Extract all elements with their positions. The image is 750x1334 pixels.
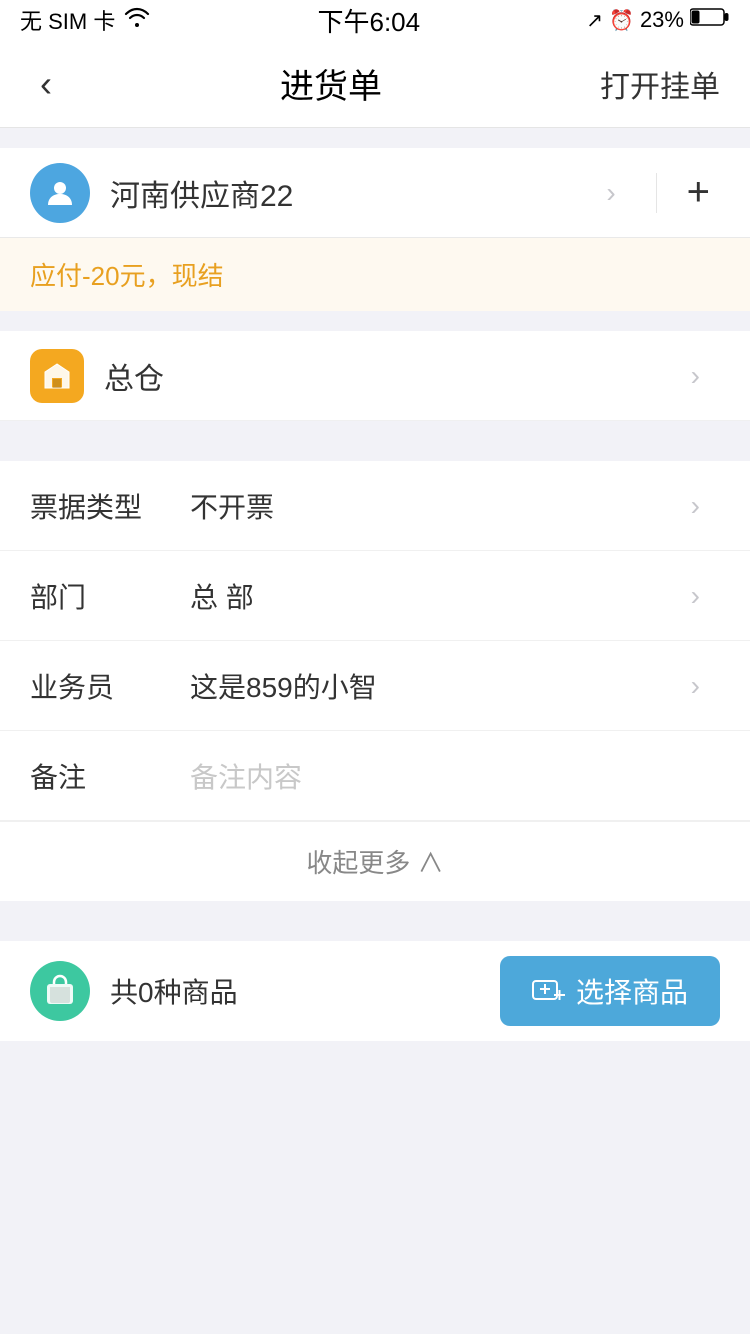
nav-bar: ‹ 进货单 打开挂单 <box>0 40 750 128</box>
product-bag-icon <box>30 961 90 1021</box>
status-time: 下午6:04 <box>318 2 421 39</box>
notice-banner: 应付-20元，现结 <box>0 238 750 311</box>
staff-value: 这是859的小智 <box>190 666 691 706</box>
gap-1 <box>0 128 750 148</box>
gap-2 <box>0 311 750 331</box>
staff-row[interactable]: 业务员 这是859的小智 › <box>0 641 750 731</box>
dept-value: 总 部 <box>190 576 691 616</box>
dept-label: 部门 <box>30 576 150 616</box>
open-pending-button[interactable]: 打开挂单 <box>600 62 720 106</box>
select-product-label: 选择商品 <box>576 971 688 1011</box>
status-bar: 无 SIM 卡 下午6:04 ↗ ⏰ 23% <box>0 0 750 40</box>
form-section: 票据类型 不开票 › 部门 总 部 › 业务员 这是859的小智 › 备注 备注… <box>0 461 750 901</box>
location-icon: ↗ <box>586 8 603 33</box>
product-count: 共0种商品 <box>110 971 500 1011</box>
gap-3 <box>0 421 750 441</box>
supplier-section: 河南供应商22 › + 应付-20元，现结 <box>0 148 750 311</box>
collapse-label: 收起更多 ∧ <box>306 843 443 880</box>
invoice-label: 票据类型 <box>30 486 150 526</box>
alarm-icon: ⏰ <box>609 8 634 33</box>
supplier-name: 河南供应商22 <box>110 171 606 215</box>
remark-label: 备注 <box>30 756 150 796</box>
warehouse-name: 总仓 <box>104 354 691 398</box>
battery-text: 23% <box>640 7 684 33</box>
add-supplier-button[interactable]: + <box>677 165 720 220</box>
warehouse-icon <box>30 349 84 403</box>
warehouse-row[interactable]: 总仓 › <box>0 331 750 421</box>
select-product-button[interactable]: 选择商品 <box>500 956 720 1026</box>
invoice-row[interactable]: 票据类型 不开票 › <box>0 461 750 551</box>
status-right: ↗ ⏰ 23% <box>586 7 730 33</box>
page-title: 进货单 <box>280 59 382 108</box>
notice-text: 应付-20元，现结 <box>30 261 224 291</box>
bottom-bar: 共0种商品 选择商品 <box>0 941 750 1041</box>
collapse-row[interactable]: 收起更多 ∧ <box>0 821 750 901</box>
back-button[interactable]: ‹ <box>30 53 62 115</box>
warehouse-section: 总仓 › <box>0 331 750 421</box>
invoice-value: 不开票 <box>190 486 691 526</box>
wifi-icon <box>123 7 151 33</box>
remark-input[interactable]: 备注内容 <box>190 756 720 796</box>
remark-row[interactable]: 备注 备注内容 <box>0 731 750 821</box>
supplier-chevron-icon: › <box>606 177 615 209</box>
carrier-text: 无 SIM 卡 <box>20 4 115 36</box>
staff-label: 业务员 <box>30 666 150 706</box>
battery-icon <box>690 7 730 33</box>
invoice-chevron-icon: › <box>691 490 700 522</box>
dept-row[interactable]: 部门 总 部 › <box>0 551 750 641</box>
gap-4 <box>0 901 750 921</box>
supplier-avatar <box>30 163 90 223</box>
warehouse-chevron-icon: › <box>691 360 700 392</box>
dept-chevron-icon: › <box>691 580 700 612</box>
supplier-divider <box>656 173 657 213</box>
staff-chevron-icon: › <box>691 670 700 702</box>
status-left: 无 SIM 卡 <box>20 4 151 36</box>
supplier-row[interactable]: 河南供应商22 › + <box>0 148 750 238</box>
